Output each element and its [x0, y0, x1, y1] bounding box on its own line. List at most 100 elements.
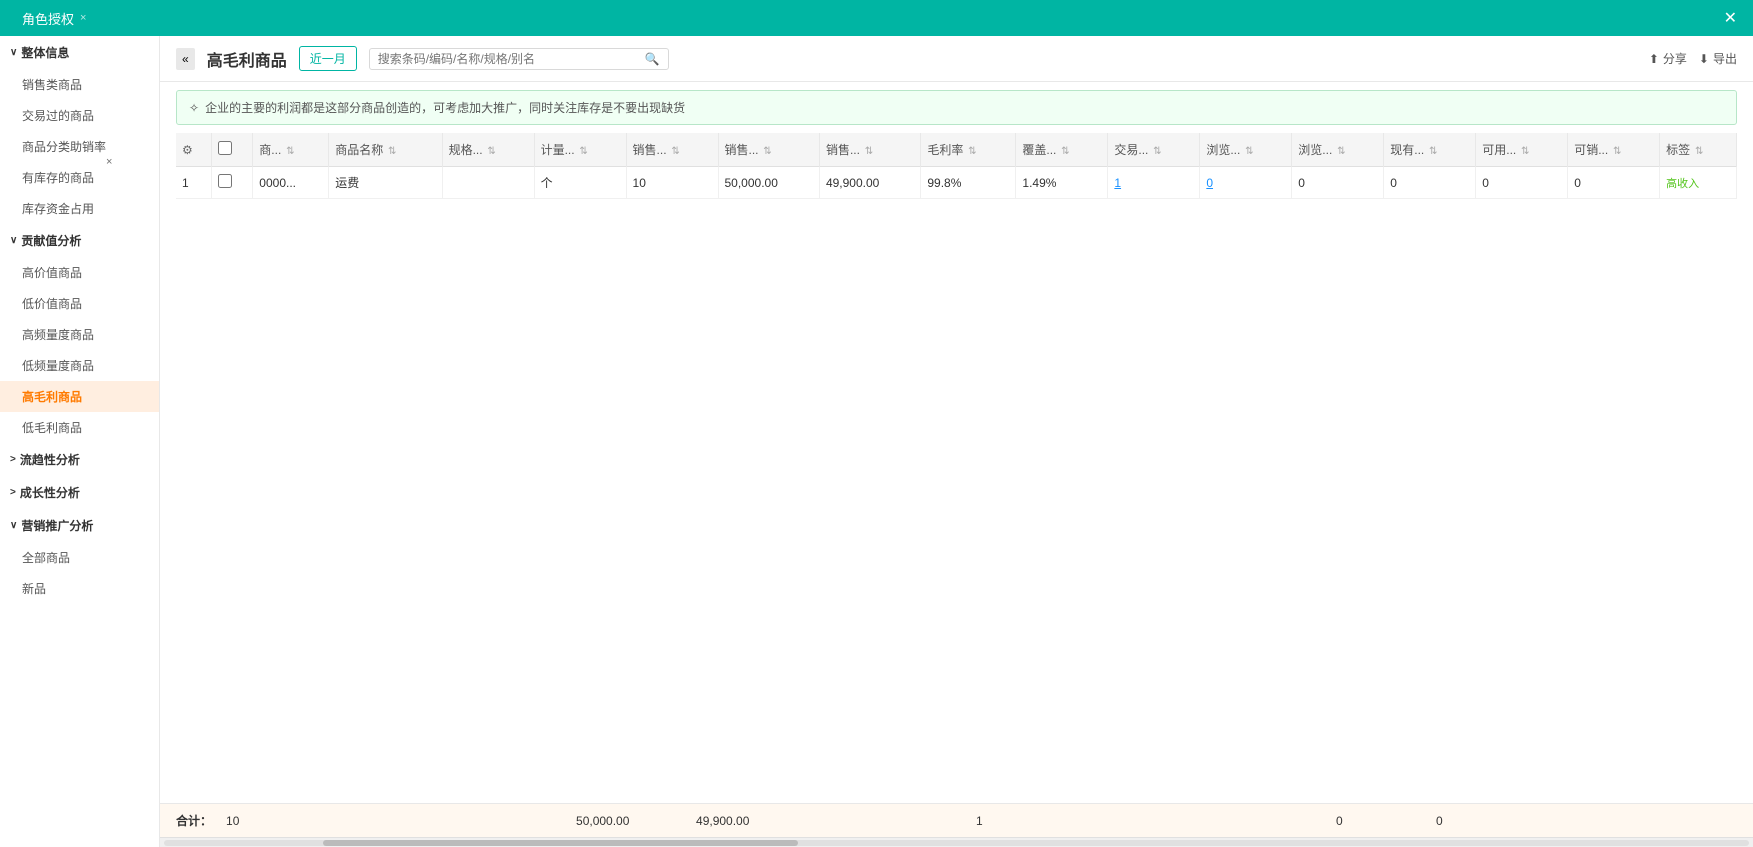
col-header-unit[interactable]: 计量... ⇅ [534, 133, 626, 167]
row-sellable: 0 [1568, 167, 1660, 199]
footer-label: 合计： [176, 812, 212, 829]
nav-tab-role-permission[interactable]: 角色授权× [8, 0, 126, 36]
content-header: « 高毛利商品 近一月 🔍 ⬆ 分享 ⬇ 导出 [160, 36, 1753, 82]
row-name: 运费 [329, 167, 442, 199]
col-header-margin-rate[interactable]: 毛利率 ⇅ [921, 133, 1016, 167]
sidebar-item-low-value-goods[interactable]: 低价值商品 [0, 288, 159, 319]
arrow-icon-trend-analysis: > [10, 454, 16, 465]
footer-sales-qty: 10 [220, 814, 570, 828]
header-actions: ⬆ 分享 ⬇ 导出 [1649, 50, 1737, 67]
sidebar-item-high-freq-goods[interactable]: 高频量度商品 [0, 319, 159, 350]
sidebar-item-new-goods[interactable]: 新品 [0, 573, 159, 604]
sidebar-group-trend-analysis[interactable]: > 流趋性分析 [0, 443, 159, 476]
close-tab-template-settings[interactable]: × [106, 84, 112, 96]
row-code: 0000... [253, 167, 329, 199]
sidebar-item-low-freq-goods[interactable]: 低频量度商品 [0, 350, 159, 381]
sidebar: ∨ 整体信息销售类商品交易过的商品商品分类助销率有库存的商品库存资金占用∨ 贡献… [0, 36, 160, 847]
row-spec [442, 167, 534, 199]
scrollbar-track [164, 840, 1749, 846]
col-header-transactions[interactable]: 交易... ⇅ [1108, 133, 1200, 167]
product-table: ⚙商... ⇅商品名称 ⇅规格... ⇅计量... ⇅销售... ⇅销售... … [176, 133, 1737, 199]
sidebar-group-growth-analysis[interactable]: > 成长性分析 [0, 476, 159, 509]
export-icon: ⬇ [1699, 52, 1709, 66]
close-tab-product-analysis[interactable]: × [80, 120, 86, 132]
sort-icon-sales-amount: ⇅ [761, 146, 772, 157]
search-box[interactable]: 🔍 [369, 48, 669, 70]
row-available: 0 [1476, 167, 1568, 199]
row-checkbox[interactable] [212, 167, 253, 199]
col-header-spec[interactable]: 规格... ⇅ [442, 133, 534, 167]
sidebar-item-low-margin-goods[interactable]: 低毛利商品 [0, 412, 159, 443]
col-header-name[interactable]: 商品名称 ⇅ [329, 133, 442, 167]
table-wrapper: ⚙商... ⇅商品名称 ⇅规格... ⇅计量... ⇅销售... ⇅销售... … [160, 133, 1753, 803]
close-all-button[interactable]: ✕ [1716, 8, 1745, 28]
page-title: 高毛利商品 [207, 47, 287, 71]
search-icon: 🔍 [645, 52, 660, 66]
share-button[interactable]: ⬆ 分享 [1649, 50, 1687, 67]
close-tab-product-entry[interactable]: × [106, 48, 112, 60]
col-header-coverage[interactable]: 覆盖... ⇅ [1016, 133, 1108, 167]
sidebar-group-marketing-analysis[interactable]: ∨ 营销推广分析 [0, 509, 159, 542]
row-sales-amount: 50,000.00 [718, 167, 819, 199]
col-header-available[interactable]: 可用... ⇅ [1476, 133, 1568, 167]
row-margin-rate: 99.8% [921, 167, 1016, 199]
row-transactions-link[interactable]: 1 [1114, 176, 1121, 190]
row-sales-qty: 10 [626, 167, 718, 199]
sort-icon-tag: ⇅ [1692, 146, 1703, 157]
col-header-sales-cost[interactable]: 销售... ⇅ [819, 133, 920, 167]
close-tab-product-analysis-list[interactable]: × [106, 156, 112, 168]
row-tag: 高收入 [1660, 167, 1737, 199]
sort-icon-spec: ⇅ [485, 146, 496, 157]
sort-icon-current-stock: ⇅ [1426, 146, 1437, 157]
sort-icon-sales-qty: ⇅ [669, 146, 680, 157]
sort-icon-views1: ⇅ [1242, 146, 1253, 157]
sidebar-item-all-goods[interactable]: 全部商品 [0, 542, 159, 573]
col-header-sales-qty[interactable]: 销售... ⇅ [626, 133, 718, 167]
col-header-views1[interactable]: 浏览... ⇅ [1200, 133, 1292, 167]
sort-icon-available: ⇅ [1518, 146, 1529, 157]
group-label-marketing-analysis: 营销推广分析 [21, 517, 93, 534]
sidebar-item-high-margin-goods[interactable]: 高毛利商品 [0, 381, 159, 412]
row-views1[interactable]: 0 [1200, 167, 1292, 199]
filter-button[interactable]: 近一月 [299, 46, 357, 71]
sidebar-group-overall[interactable]: ∨ 整体信息 [0, 36, 159, 69]
sidebar-item-sales-goods[interactable]: 销售类商品 [0, 69, 159, 100]
scrollbar-thumb[interactable] [323, 840, 799, 846]
row-select-checkbox[interactable] [218, 174, 232, 188]
collapse-sidebar-button[interactable]: « [176, 48, 195, 70]
col-header-tag[interactable]: 标签 ⇅ [1660, 133, 1737, 167]
sidebar-item-goods-assist-rate[interactable]: 商品分类助销率 [0, 131, 159, 162]
arrow-icon-wealth-analysis: ∨ [10, 235, 17, 246]
export-button[interactable]: ⬇ 导出 [1699, 50, 1737, 67]
row-transactions[interactable]: 1 [1108, 167, 1200, 199]
row-views1-link[interactable]: 0 [1206, 176, 1213, 190]
sort-icon-coverage: ⇅ [1058, 146, 1069, 157]
select-all-checkbox[interactable] [218, 141, 232, 155]
footer-sales-amount: 50,000.00 [570, 814, 690, 828]
row-coverage: 1.49% [1016, 167, 1108, 199]
tag-label: 高收入 [1666, 178, 1699, 190]
footer-sales-cost: 49,900.00 [690, 814, 810, 828]
arrow-icon-overall: ∨ [10, 47, 17, 58]
search-input[interactable] [378, 52, 639, 66]
row-views2: 0 [1292, 167, 1384, 199]
col-header-sales-amount[interactable]: 销售... ⇅ [718, 133, 819, 167]
sidebar-group-wealth-analysis[interactable]: ∨ 贡献值分析 [0, 224, 159, 257]
col-header-sellable[interactable]: 可销... ⇅ [1568, 133, 1660, 167]
sidebar-item-in-stock-goods[interactable]: 有库存的商品 [0, 162, 159, 193]
close-tab-role-permission[interactable]: × [80, 12, 86, 24]
sidebar-item-high-value-goods[interactable]: 高价值商品 [0, 257, 159, 288]
sort-icon-code: ⇅ [283, 146, 294, 157]
table-footer: 合计： 10 50,000.00 49,900.00 1 0 0 [160, 803, 1753, 837]
settings-icon[interactable]: ⚙ [182, 143, 193, 157]
arrow-icon-marketing-analysis: ∨ [10, 520, 17, 531]
col-header-current-stock[interactable]: 现有... ⇅ [1384, 133, 1476, 167]
share-icon: ⬆ [1649, 52, 1659, 66]
col-header-code[interactable]: 商... ⇅ [253, 133, 329, 167]
row-current-stock: 0 [1384, 167, 1476, 199]
table-row[interactable]: 10000...运费个1050,000.0049,900.0099.8%1.49… [176, 167, 1737, 199]
top-nav: 首页销售单×进货单×权限设置×角色授权×产成品入库单×单据模板设置×商品分析×商… [0, 0, 1753, 36]
sidebar-item-inventory-fund[interactable]: 库存资金占用 [0, 193, 159, 224]
col-header-views2[interactable]: 浏览... ⇅ [1292, 133, 1384, 167]
bottom-scrollbar[interactable] [160, 837, 1753, 847]
